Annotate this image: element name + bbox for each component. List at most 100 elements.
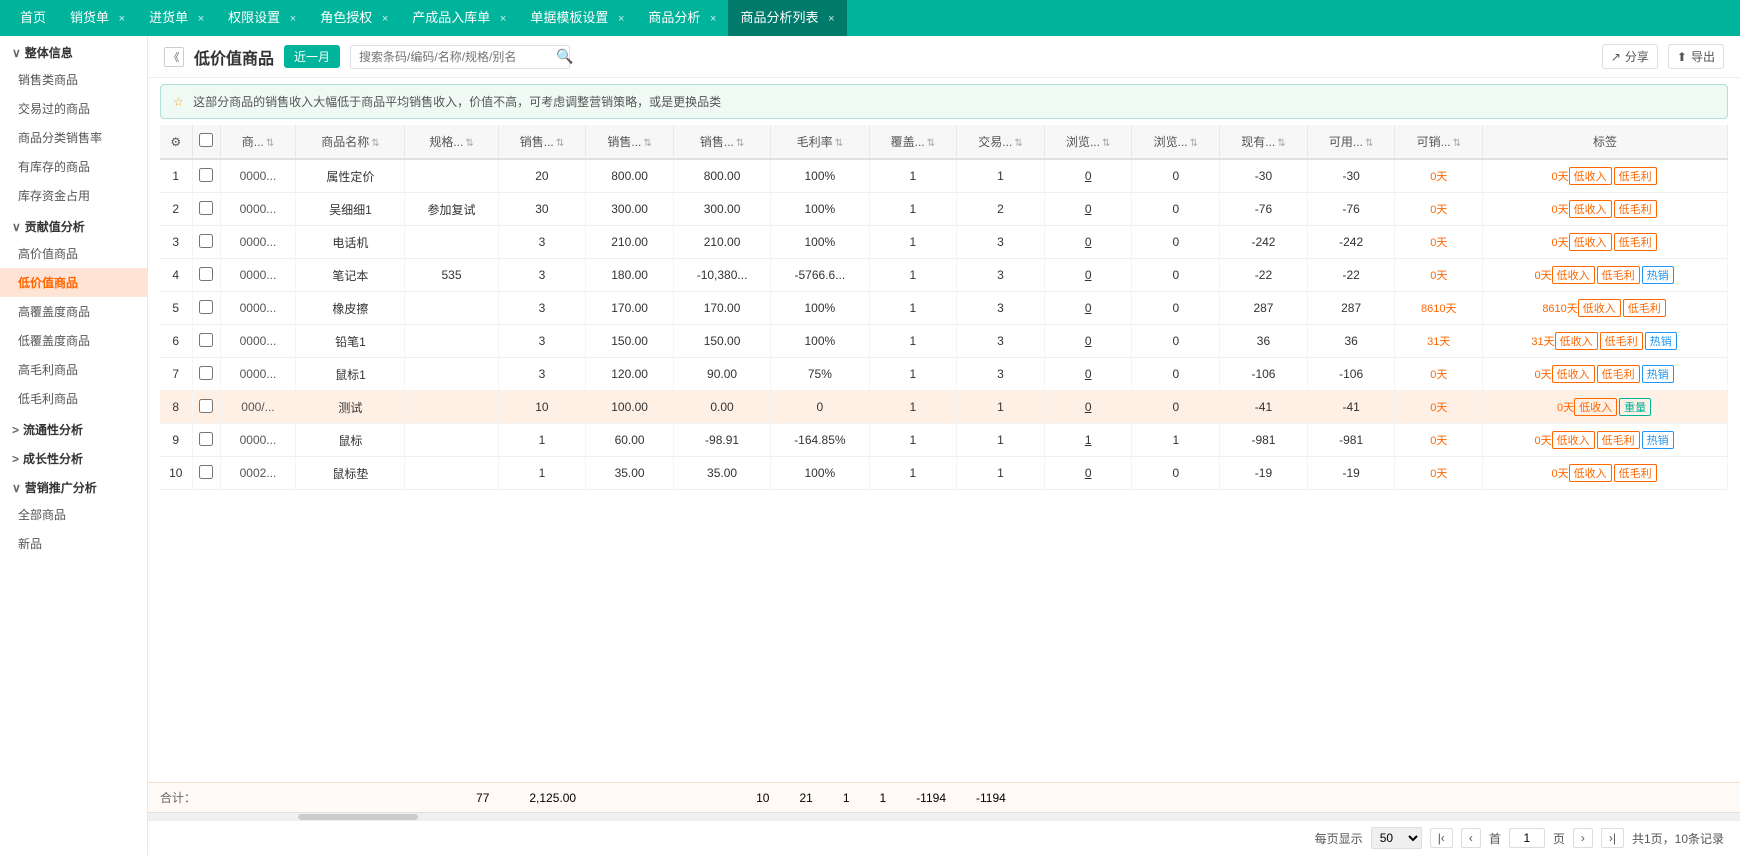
export-button[interactable]: ⬆ 导出	[1668, 44, 1724, 69]
row-views1[interactable]: 0	[1044, 391, 1132, 424]
row-select-checkbox[interactable]	[199, 201, 213, 215]
row-select-checkbox[interactable]	[199, 234, 213, 248]
sidebar-item-high-margin[interactable]: 高毛利商品	[0, 355, 147, 384]
nav-purchase[interactable]: 进货单 ×	[137, 0, 216, 36]
sidebar-group-circulation[interactable]: > 流通性分析	[0, 413, 147, 442]
sidebar-item-category-sales[interactable]: 商品分类销售率	[0, 123, 147, 152]
next-page-button[interactable]: ›	[1573, 828, 1593, 848]
row-select-checkbox[interactable]	[199, 366, 213, 380]
col-code[interactable]: 商...⇅	[220, 125, 296, 159]
nav-product-analysis[interactable]: 商品分析 ×	[636, 0, 728, 36]
views-link[interactable]: 0	[1085, 235, 1092, 249]
select-all-checkbox[interactable]	[199, 133, 213, 147]
row-views1[interactable]: 1	[1044, 424, 1132, 457]
row-select-checkbox[interactable]	[199, 465, 213, 479]
sidebar-item-low-value[interactable]: 低价值商品	[0, 268, 147, 297]
views-link[interactable]: 0	[1085, 334, 1092, 348]
row-views1[interactable]: 0	[1044, 159, 1132, 193]
row-select-checkbox[interactable]	[199, 168, 213, 182]
views-link[interactable]: 0	[1085, 400, 1092, 414]
row-checkbox[interactable]	[192, 424, 220, 457]
col-name[interactable]: 商品名称⇅	[296, 125, 405, 159]
row-views1[interactable]: 0	[1044, 358, 1132, 391]
sidebar-item-new-products[interactable]: 新品	[0, 529, 147, 558]
nav-roles[interactable]: 角色授权 ×	[308, 0, 400, 36]
nav-close-inventory[interactable]: ×	[500, 13, 506, 25]
period-button[interactable]: 近一月	[284, 45, 340, 68]
col-views2[interactable]: 浏览...⇅	[1132, 125, 1220, 159]
sidebar-group-growth[interactable]: > 成长性分析	[0, 442, 147, 471]
sidebar-item-traded-products[interactable]: 交易过的商品	[0, 94, 147, 123]
row-views1[interactable]: 0	[1044, 193, 1132, 226]
per-page-select[interactable]: 50 100 200	[1371, 827, 1422, 849]
row-select-checkbox[interactable]	[199, 333, 213, 347]
nav-templates[interactable]: 单据模板设置 ×	[518, 0, 636, 36]
col-sales-qty[interactable]: 销售...⇅	[498, 125, 586, 159]
row-checkbox[interactable]	[192, 226, 220, 259]
views-link[interactable]: 0	[1085, 169, 1092, 183]
row-checkbox[interactable]	[192, 292, 220, 325]
sidebar-item-low-coverage[interactable]: 低覆盖度商品	[0, 326, 147, 355]
sidebar-group-overall[interactable]: ∨ 整体信息	[0, 36, 147, 65]
views-link[interactable]: 0	[1085, 202, 1092, 216]
table-container[interactable]: ⚙ 商...⇅ 商品名称⇅ 规格...⇅ 销售...⇅ 销售...⇅ 销售...…	[148, 125, 1740, 782]
nav-close-purchase[interactable]: ×	[198, 13, 204, 25]
sidebar-item-low-margin[interactable]: 低毛利商品	[0, 384, 147, 413]
sidebar-item-high-coverage[interactable]: 高覆盖度商品	[0, 297, 147, 326]
col-checkbox[interactable]	[192, 125, 220, 159]
scrollbar-thumb[interactable]	[298, 814, 418, 820]
collapse-button[interactable]: 《	[164, 47, 184, 67]
views-link[interactable]: 0	[1085, 268, 1092, 282]
nav-close-templates[interactable]: ×	[618, 13, 624, 25]
col-sales-amt2[interactable]: 销售...⇅	[673, 125, 770, 159]
share-button[interactable]: ↗ 分享	[1602, 44, 1658, 69]
nav-close-product-analysis[interactable]: ×	[710, 13, 716, 25]
row-select-checkbox[interactable]	[199, 300, 213, 314]
col-spec[interactable]: 规格...⇅	[405, 125, 498, 159]
row-checkbox[interactable]	[192, 325, 220, 358]
col-trade[interactable]: 交易...⇅	[957, 125, 1045, 159]
row-views1[interactable]: 0	[1044, 325, 1132, 358]
col-gross-rate[interactable]: 毛利率⇅	[771, 125, 869, 159]
row-checkbox[interactable]	[192, 457, 220, 490]
page-input[interactable]	[1509, 828, 1545, 848]
sidebar-item-high-value[interactable]: 高价值商品	[0, 239, 147, 268]
row-views1[interactable]: 0	[1044, 292, 1132, 325]
views-link[interactable]: 1	[1085, 433, 1092, 447]
views-link[interactable]: 0	[1085, 466, 1092, 480]
col-current[interactable]: 现有...⇅	[1220, 125, 1308, 159]
nav-close-permissions[interactable]: ×	[290, 13, 296, 25]
row-views1[interactable]: 0	[1044, 457, 1132, 490]
search-icon[interactable]: 🔍	[556, 48, 573, 65]
sidebar-group-marketing[interactable]: ∨ 营销推广分析	[0, 471, 147, 500]
row-select-checkbox[interactable]	[199, 267, 213, 281]
nav-home[interactable]: 首页	[8, 0, 58, 36]
nav-permissions[interactable]: 权限设置 ×	[216, 0, 308, 36]
col-saleable[interactable]: 可销...⇅	[1395, 125, 1483, 159]
search-input[interactable]	[350, 45, 570, 69]
first-page-button[interactable]: |‹	[1430, 828, 1453, 848]
col-tags[interactable]: 标签	[1483, 125, 1728, 159]
col-settings[interactable]: ⚙	[160, 125, 192, 159]
views-link[interactable]: 0	[1085, 367, 1092, 381]
row-checkbox[interactable]	[192, 358, 220, 391]
row-checkbox[interactable]	[192, 259, 220, 292]
col-available[interactable]: 可用...⇅	[1307, 125, 1395, 159]
row-checkbox[interactable]	[192, 391, 220, 424]
nav-product-analysis-list[interactable]: 商品分析列表 ×	[728, 0, 846, 36]
row-views1[interactable]: 0	[1044, 259, 1132, 292]
nav-close-roles[interactable]: ×	[382, 13, 388, 25]
col-views1[interactable]: 浏览...⇅	[1044, 125, 1132, 159]
col-coverage[interactable]: 覆盖...⇅	[869, 125, 957, 159]
nav-close-product-analysis-list[interactable]: ×	[828, 13, 834, 25]
horizontal-scrollbar[interactable]	[148, 812, 1740, 820]
sidebar-item-capital[interactable]: 库存资金占用	[0, 181, 147, 210]
row-checkbox[interactable]	[192, 159, 220, 193]
prev-page-button[interactable]: ‹	[1461, 828, 1481, 848]
nav-inventory[interactable]: 产成品入库单 ×	[400, 0, 518, 36]
sidebar-item-stock-products[interactable]: 有库存的商品	[0, 152, 147, 181]
row-views1[interactable]: 0	[1044, 226, 1132, 259]
sidebar-group-contribution[interactable]: ∨ 贡献值分析	[0, 210, 147, 239]
sidebar-item-sales-products[interactable]: 销售类商品	[0, 65, 147, 94]
col-sales-amt[interactable]: 销售...⇅	[586, 125, 674, 159]
